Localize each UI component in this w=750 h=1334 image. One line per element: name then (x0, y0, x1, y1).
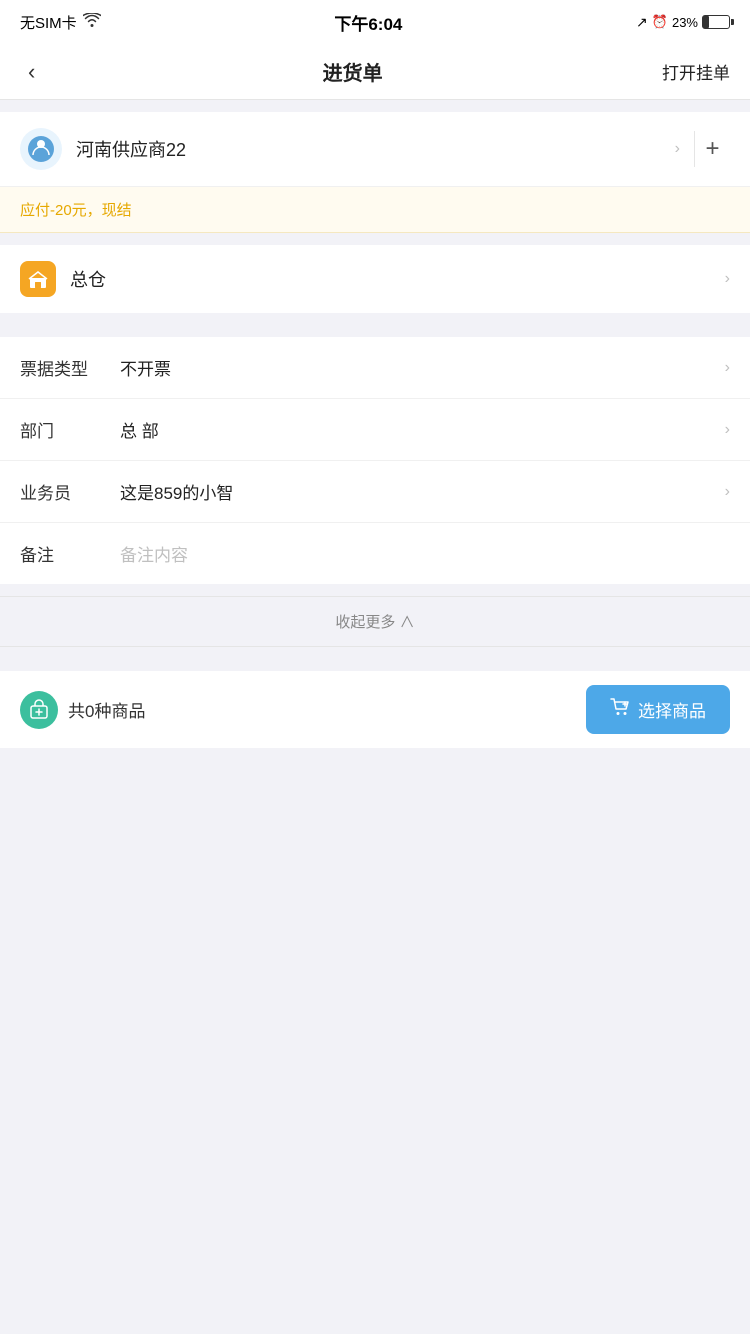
invoice-label: 票据类型 (20, 355, 100, 380)
back-button[interactable]: ‹ (20, 51, 43, 93)
status-carrier: 无SIM卡 (20, 12, 101, 33)
supplier-section: 河南供应商22 › + 应付-20元，现结 (0, 112, 750, 233)
remark-row[interactable]: 备注 备注内容 (0, 523, 750, 584)
product-count-section: 共0种商品 (20, 691, 145, 729)
select-product-label: 选择商品 (638, 697, 706, 722)
gps-icon: ↗ (636, 14, 648, 31)
remark-label: 备注 (20, 541, 100, 566)
page-title: 进货单 (323, 57, 383, 86)
cart-icon (610, 698, 630, 721)
dept-chevron-icon: › (725, 421, 730, 439)
warehouse-icon (20, 261, 56, 297)
bottom-bar: 共0种商品 选择商品 (0, 671, 750, 748)
staff-chevron-icon: › (725, 483, 730, 501)
battery-percent: 23% (672, 15, 698, 30)
dept-value: 总 部 (100, 417, 725, 442)
section-divider-3 (0, 325, 750, 337)
warehouse-row[interactable]: 总仓 › (0, 245, 750, 313)
product-count-icon (20, 691, 58, 729)
invoice-chevron-icon: › (725, 359, 730, 377)
section-divider-4 (0, 647, 750, 659)
staff-label: 业务员 (20, 479, 100, 504)
avatar-inner (28, 136, 54, 162)
warehouse-section: 总仓 › (0, 245, 750, 313)
status-time: 下午6:04 (334, 10, 402, 35)
nav-bar: ‹ 进货单 打开挂单 (0, 44, 750, 100)
form-section: 票据类型 不开票 › 部门 总 部 › 业务员 这是859的小智 › 备注 备注… (0, 325, 750, 584)
invoice-value: 不开票 (100, 355, 725, 380)
status-right: ↗ ⏰ 23% (636, 14, 730, 31)
dept-row[interactable]: 部门 总 部 › (0, 399, 750, 461)
open-pending-button[interactable]: 打开挂单 (662, 59, 730, 84)
warehouse-chevron-icon: › (725, 270, 730, 288)
supplier-row[interactable]: 河南供应商22 › + (0, 112, 750, 187)
add-supplier-button[interactable]: + (694, 131, 730, 167)
section-divider-2 (0, 233, 750, 245)
supplier-avatar (20, 128, 62, 170)
staff-value: 这是859的小智 (100, 479, 725, 504)
section-divider-1 (0, 100, 750, 112)
warehouse-name: 总仓 (70, 266, 725, 292)
alarm-icon: ⏰ (652, 14, 668, 30)
remark-input[interactable]: 备注内容 (100, 541, 730, 566)
status-bar: 无SIM卡 下午6:04 ↗ ⏰ 23% (0, 0, 750, 44)
staff-row[interactable]: 业务员 这是859的小智 › (0, 461, 750, 523)
avatar-icon (32, 138, 50, 160)
supplier-chevron-icon: › (675, 140, 680, 158)
background-filler (0, 748, 750, 1048)
invoice-row[interactable]: 票据类型 不开票 › (0, 337, 750, 399)
notice-row: 应付-20元，现结 (0, 187, 750, 233)
carrier-text: 无SIM卡 (20, 12, 77, 33)
product-count-label: 共0种商品 (68, 697, 145, 722)
wifi-icon (83, 13, 101, 31)
select-product-button[interactable]: 选择商品 (586, 685, 730, 734)
collapse-button[interactable]: 收起更多 ∧ (0, 596, 750, 647)
battery-icon (702, 15, 730, 29)
supplier-name: 河南供应商22 (76, 136, 675, 162)
collapse-label: 收起更多 ∧ (335, 611, 414, 632)
dept-label: 部门 (20, 417, 100, 442)
